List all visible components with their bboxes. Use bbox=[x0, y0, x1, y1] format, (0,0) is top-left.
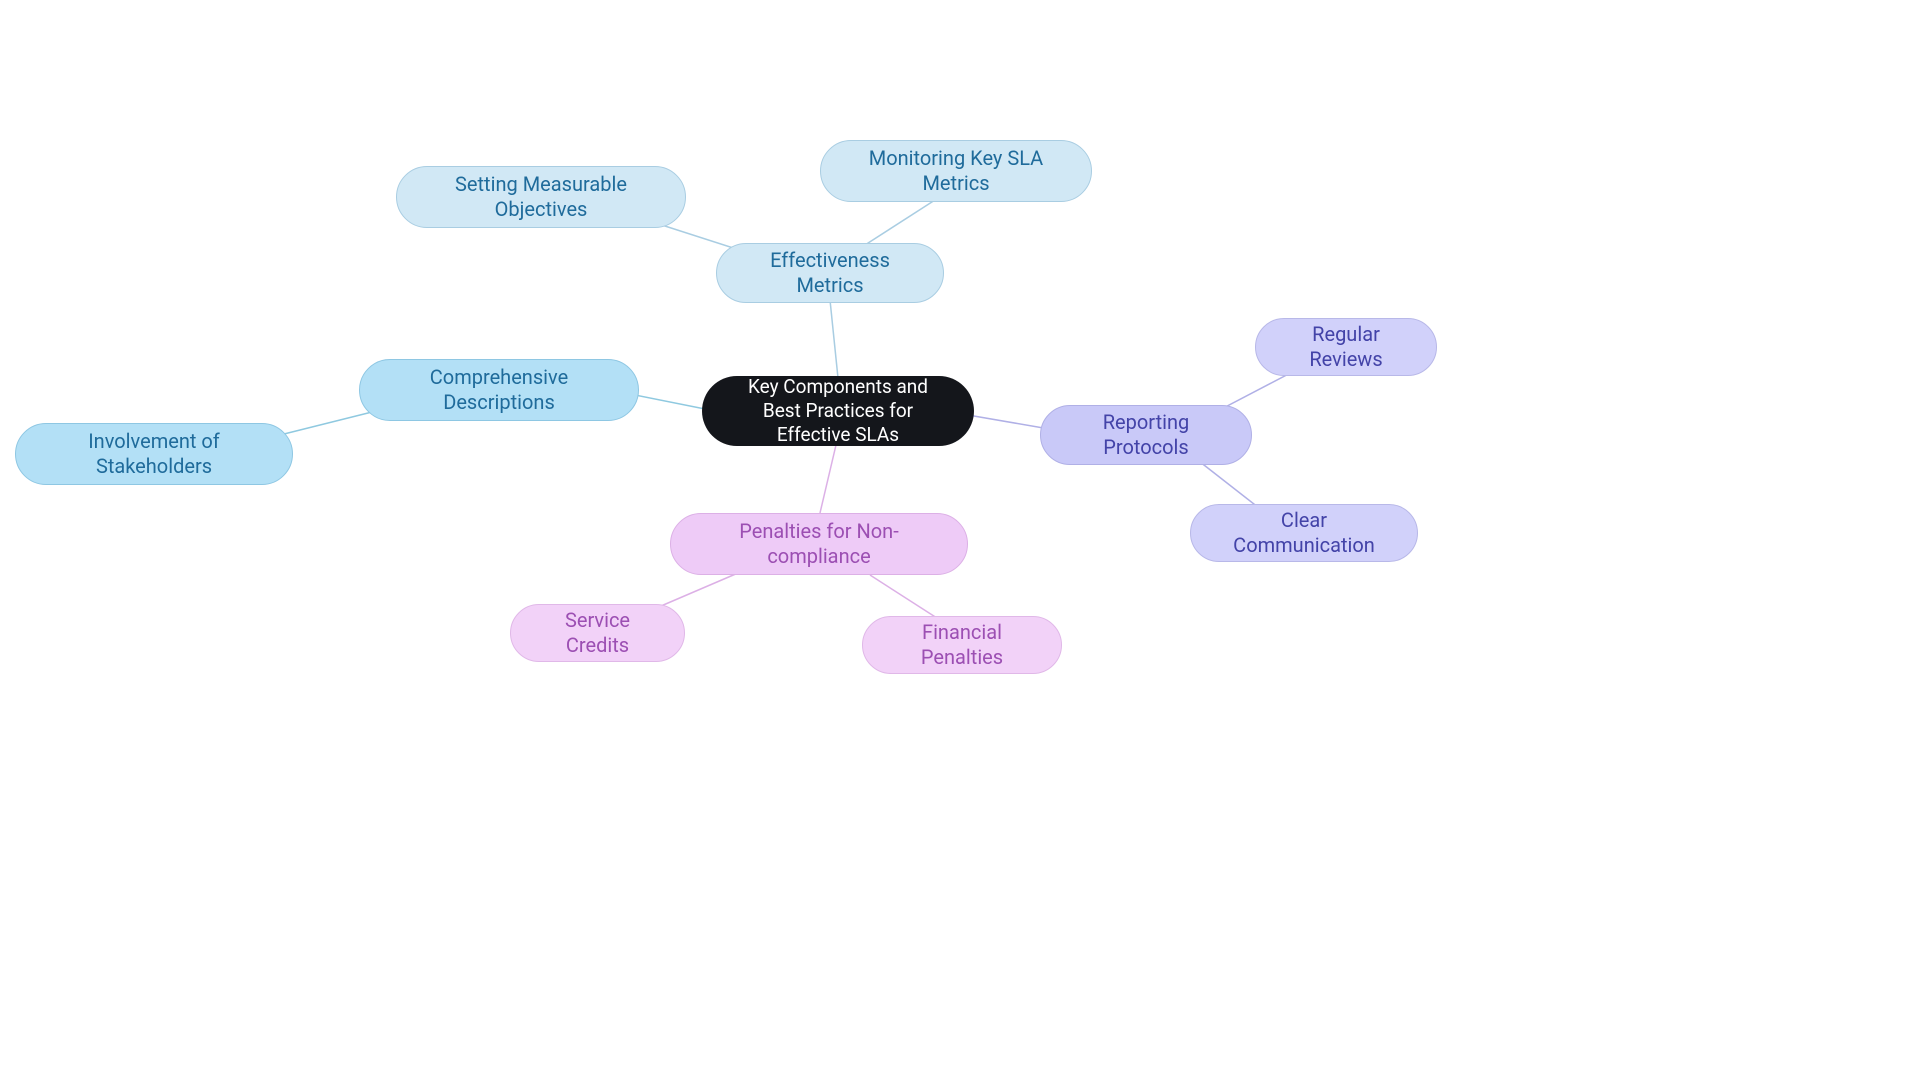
node-clear-communication[interactable]: Clear Communication bbox=[1190, 504, 1418, 562]
node-label: Effectiveness Metrics bbox=[747, 248, 913, 298]
node-label: Comprehensive Descriptions bbox=[390, 365, 608, 415]
center-node-label: Key Components and Best Practices for Ef… bbox=[733, 375, 943, 446]
node-effectiveness-metrics[interactable]: Effectiveness Metrics bbox=[716, 243, 944, 303]
node-comprehensive-descriptions[interactable]: Comprehensive Descriptions bbox=[359, 359, 639, 421]
node-label: Financial Penalties bbox=[893, 620, 1031, 670]
node-setting-measurable-objectives[interactable]: Setting Measurable Objectives bbox=[396, 166, 686, 228]
node-penalties-non-compliance[interactable]: Penalties for Non-compliance bbox=[670, 513, 968, 575]
node-involvement-stakeholders[interactable]: Involvement of Stakeholders bbox=[15, 423, 293, 485]
node-financial-penalties[interactable]: Financial Penalties bbox=[862, 616, 1062, 674]
node-label: Penalties for Non-compliance bbox=[701, 519, 937, 569]
node-label: Reporting Protocols bbox=[1071, 410, 1221, 460]
node-label: Clear Communication bbox=[1221, 508, 1387, 558]
mindmap-canvas: Key Components and Best Practices for Ef… bbox=[0, 0, 1920, 1083]
node-regular-reviews[interactable]: Regular Reviews bbox=[1255, 318, 1437, 376]
center-node[interactable]: Key Components and Best Practices for Ef… bbox=[702, 376, 974, 446]
node-label: Monitoring Key SLA Metrics bbox=[851, 146, 1061, 196]
node-monitoring-key-sla-metrics[interactable]: Monitoring Key SLA Metrics bbox=[820, 140, 1092, 202]
node-label: Setting Measurable Objectives bbox=[427, 172, 655, 222]
node-service-credits[interactable]: Service Credits bbox=[510, 604, 685, 662]
node-reporting-protocols[interactable]: Reporting Protocols bbox=[1040, 405, 1252, 465]
node-label: Regular Reviews bbox=[1286, 322, 1406, 372]
node-label: Service Credits bbox=[541, 608, 654, 658]
node-label: Involvement of Stakeholders bbox=[46, 429, 262, 479]
